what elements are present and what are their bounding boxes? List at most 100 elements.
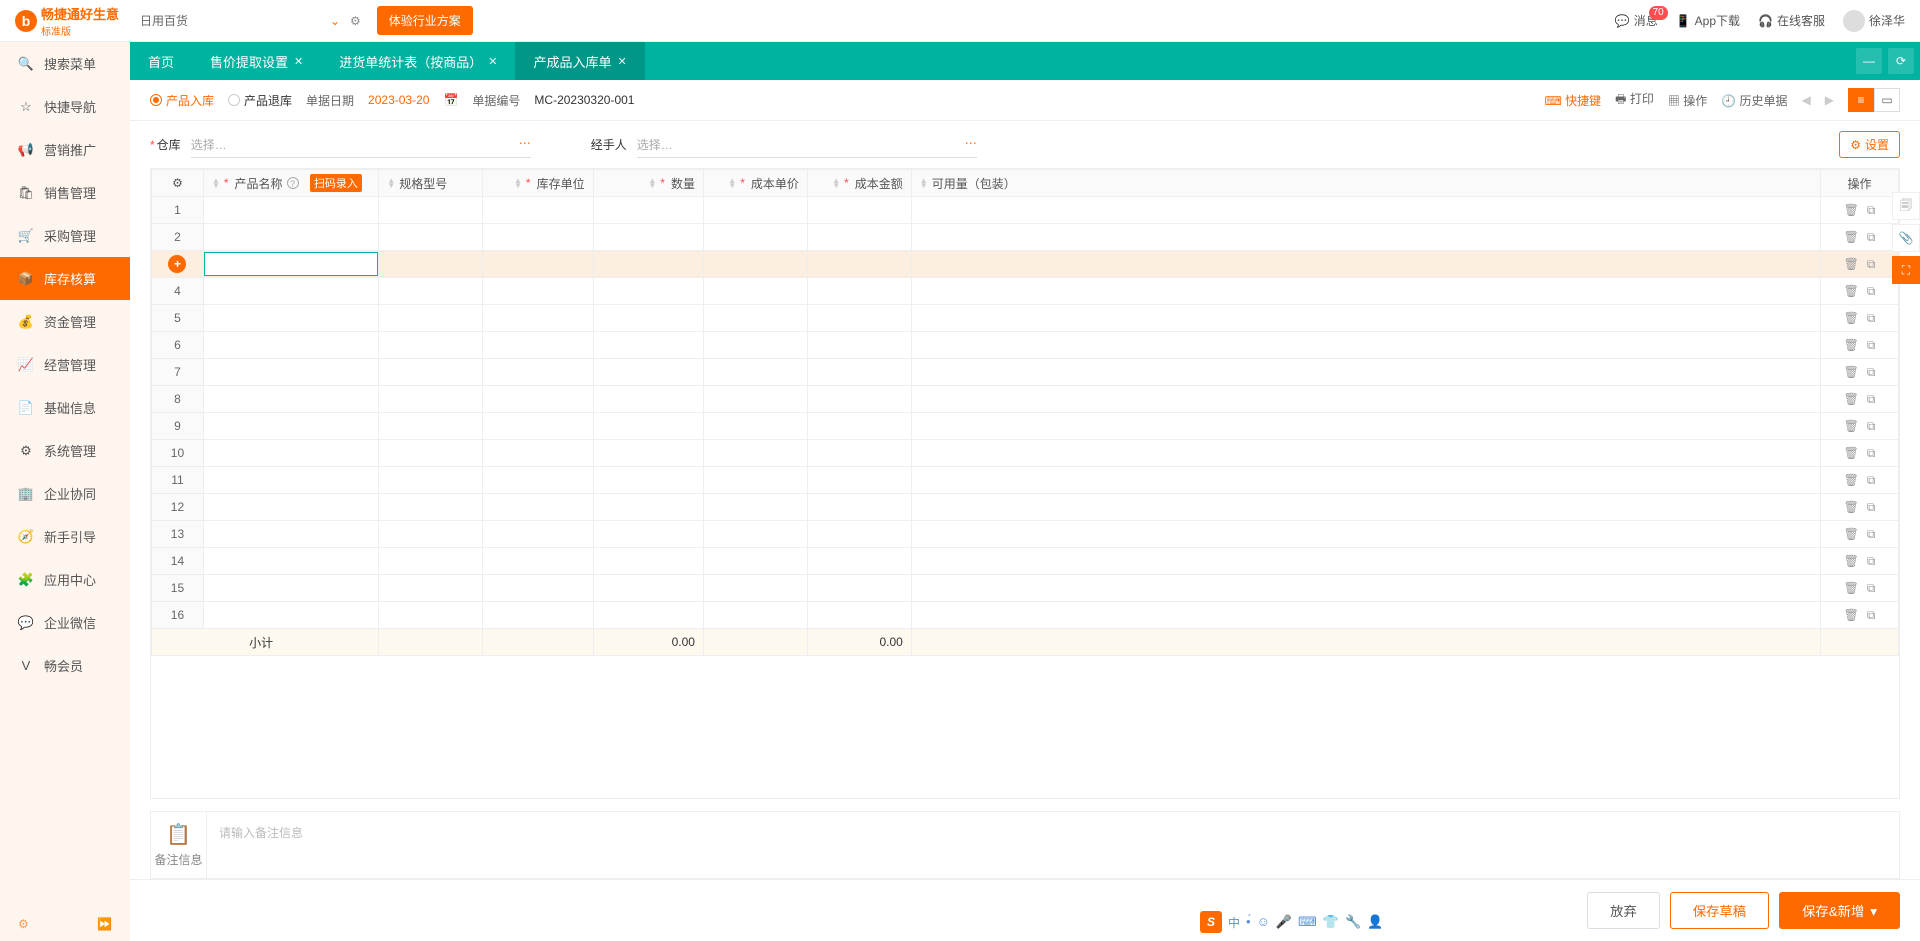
- cell-price[interactable]: [703, 548, 807, 575]
- cell-price[interactable]: [703, 332, 807, 359]
- delete-row-icon[interactable]: 🗑: [1844, 419, 1859, 433]
- cell-amount[interactable]: [807, 521, 911, 548]
- cell-unit[interactable]: [483, 197, 593, 224]
- rail-expand-button[interactable]: ⛶: [1892, 256, 1920, 284]
- copy-row-icon[interactable]: ⧉: [1867, 284, 1876, 299]
- cell-spec[interactable]: [379, 386, 483, 413]
- cell-avail[interactable]: [911, 305, 1820, 332]
- delete-row-icon[interactable]: 🗑: [1844, 392, 1859, 406]
- app-download-button[interactable]: 📱 App下载: [1676, 12, 1740, 29]
- cell-avail[interactable]: [911, 251, 1820, 278]
- cell-unit[interactable]: [483, 251, 593, 278]
- cell-avail[interactable]: [911, 224, 1820, 251]
- cell-amount[interactable]: [807, 494, 911, 521]
- cell-qty[interactable]: [593, 251, 703, 278]
- cell-unit[interactable]: [483, 440, 593, 467]
- cell-spec[interactable]: [379, 548, 483, 575]
- user-menu[interactable]: 徐泽华: [1843, 10, 1905, 32]
- table-row[interactable]: 14 🗑⧉: [152, 548, 1899, 575]
- operate-button[interactable]: ▦ 操作: [1668, 92, 1707, 109]
- cell-spec[interactable]: [379, 359, 483, 386]
- cell-unit[interactable]: [483, 224, 593, 251]
- cell-amount[interactable]: [807, 548, 911, 575]
- copy-row-icon[interactable]: ⧉: [1867, 446, 1876, 461]
- cell-amount[interactable]: [807, 224, 911, 251]
- add-row-icon[interactable]: +: [168, 255, 186, 273]
- delete-row-icon[interactable]: 🗑: [1844, 473, 1859, 487]
- delete-row-icon[interactable]: 🗑: [1844, 230, 1859, 244]
- discard-button[interactable]: 放弃: [1587, 892, 1660, 929]
- cell-product-name[interactable]: [203, 413, 378, 440]
- cell-qty[interactable]: [593, 305, 703, 332]
- table-settings-button[interactable]: ⚙设置: [1839, 131, 1900, 158]
- cell-unit[interactable]: [483, 521, 593, 548]
- sogou-icon[interactable]: S: [1200, 911, 1222, 933]
- remark-input[interactable]: 请输入备注信息: [207, 812, 1899, 878]
- col-avail[interactable]: ▲▼可用量（包装）: [911, 170, 1820, 197]
- collapse-icon[interactable]: ⏩: [97, 917, 112, 931]
- tab-0[interactable]: 首页: [130, 42, 192, 80]
- cell-product-name[interactable]: [203, 332, 378, 359]
- cell-avail[interactable]: [911, 197, 1820, 224]
- table-row[interactable]: 7 🗑⧉: [152, 359, 1899, 386]
- table-row[interactable]: 10 🗑⧉: [152, 440, 1899, 467]
- table-row[interactable]: 5 🗑⧉: [152, 305, 1899, 332]
- cell-spec[interactable]: [379, 305, 483, 332]
- cell-qty[interactable]: [593, 413, 703, 440]
- cell-product-name[interactable]: [203, 359, 378, 386]
- try-industry-button[interactable]: 体验行业方案: [377, 6, 473, 35]
- cell-price[interactable]: [703, 467, 807, 494]
- cell-product-name[interactable]: [203, 224, 378, 251]
- cell-product-name[interactable]: [203, 197, 378, 224]
- table-row[interactable]: 11 🗑⧉: [152, 467, 1899, 494]
- copy-row-icon[interactable]: ⧉: [1867, 365, 1876, 380]
- warehouse-select[interactable]: 选择… ⋯: [191, 132, 531, 158]
- ime-user-icon[interactable]: 👤: [1367, 914, 1383, 930]
- cell-avail[interactable]: [911, 386, 1820, 413]
- sidebar-item-6[interactable]: 💰资金管理: [0, 300, 130, 343]
- cell-product-name[interactable]: [203, 521, 378, 548]
- cell-spec[interactable]: [379, 467, 483, 494]
- prev-doc-button[interactable]: ◀: [1802, 93, 1811, 107]
- ime-keyboard-icon[interactable]: ⌨: [1298, 914, 1317, 930]
- cell-price[interactable]: [703, 440, 807, 467]
- history-button[interactable]: 🕘 历史单据: [1721, 92, 1787, 109]
- delete-row-icon[interactable]: 🗑: [1844, 311, 1859, 325]
- col-product-name[interactable]: ▲▼*产品名称? 扫码录入: [203, 170, 378, 197]
- gear-icon[interactable]: ⚙: [350, 14, 361, 28]
- delete-row-icon[interactable]: 🗑: [1844, 365, 1859, 379]
- cell-spec[interactable]: [379, 575, 483, 602]
- table-row[interactable]: 9 🗑⧉: [152, 413, 1899, 440]
- cell-qty[interactable]: [593, 332, 703, 359]
- cell-amount[interactable]: [807, 251, 911, 278]
- cell-product-name[interactable]: [203, 386, 378, 413]
- cell-unit[interactable]: [483, 575, 593, 602]
- tab-2[interactable]: 进货单统计表（按商品）✕: [321, 42, 515, 80]
- copy-row-icon[interactable]: ⧉: [1867, 554, 1876, 569]
- col-spec[interactable]: ▲▼规格型号: [379, 170, 483, 197]
- cell-price[interactable]: [703, 386, 807, 413]
- copy-row-icon[interactable]: ⧉: [1867, 392, 1876, 407]
- next-doc-button[interactable]: ▶: [1825, 93, 1834, 107]
- col-unit[interactable]: ▲▼*库存单位: [483, 170, 593, 197]
- cell-unit[interactable]: [483, 494, 593, 521]
- cell-price[interactable]: [703, 224, 807, 251]
- cell-spec[interactable]: [379, 197, 483, 224]
- copy-row-icon[interactable]: ⧉: [1867, 257, 1876, 272]
- ime-smiley-icon[interactable]: ☺: [1257, 914, 1270, 930]
- cell-unit[interactable]: [483, 548, 593, 575]
- cell-product-name[interactable]: [203, 440, 378, 467]
- cell-avail[interactable]: [911, 575, 1820, 602]
- cell-spec[interactable]: [379, 602, 483, 629]
- cell-avail[interactable]: [911, 467, 1820, 494]
- cell-avail[interactable]: [911, 602, 1820, 629]
- sidebar-item-12[interactable]: 🧩应用中心: [0, 558, 130, 601]
- table-row[interactable]: 13 🗑⧉: [152, 521, 1899, 548]
- cell-amount[interactable]: [807, 440, 911, 467]
- delete-row-icon[interactable]: 🗑: [1844, 527, 1859, 541]
- cell-qty[interactable]: [593, 548, 703, 575]
- cell-price[interactable]: [703, 575, 807, 602]
- view-list-button[interactable]: ≡: [1848, 88, 1874, 112]
- sidebar-item-4[interactable]: 🛒采购管理: [0, 214, 130, 257]
- table-row[interactable]: 15 🗑⧉: [152, 575, 1899, 602]
